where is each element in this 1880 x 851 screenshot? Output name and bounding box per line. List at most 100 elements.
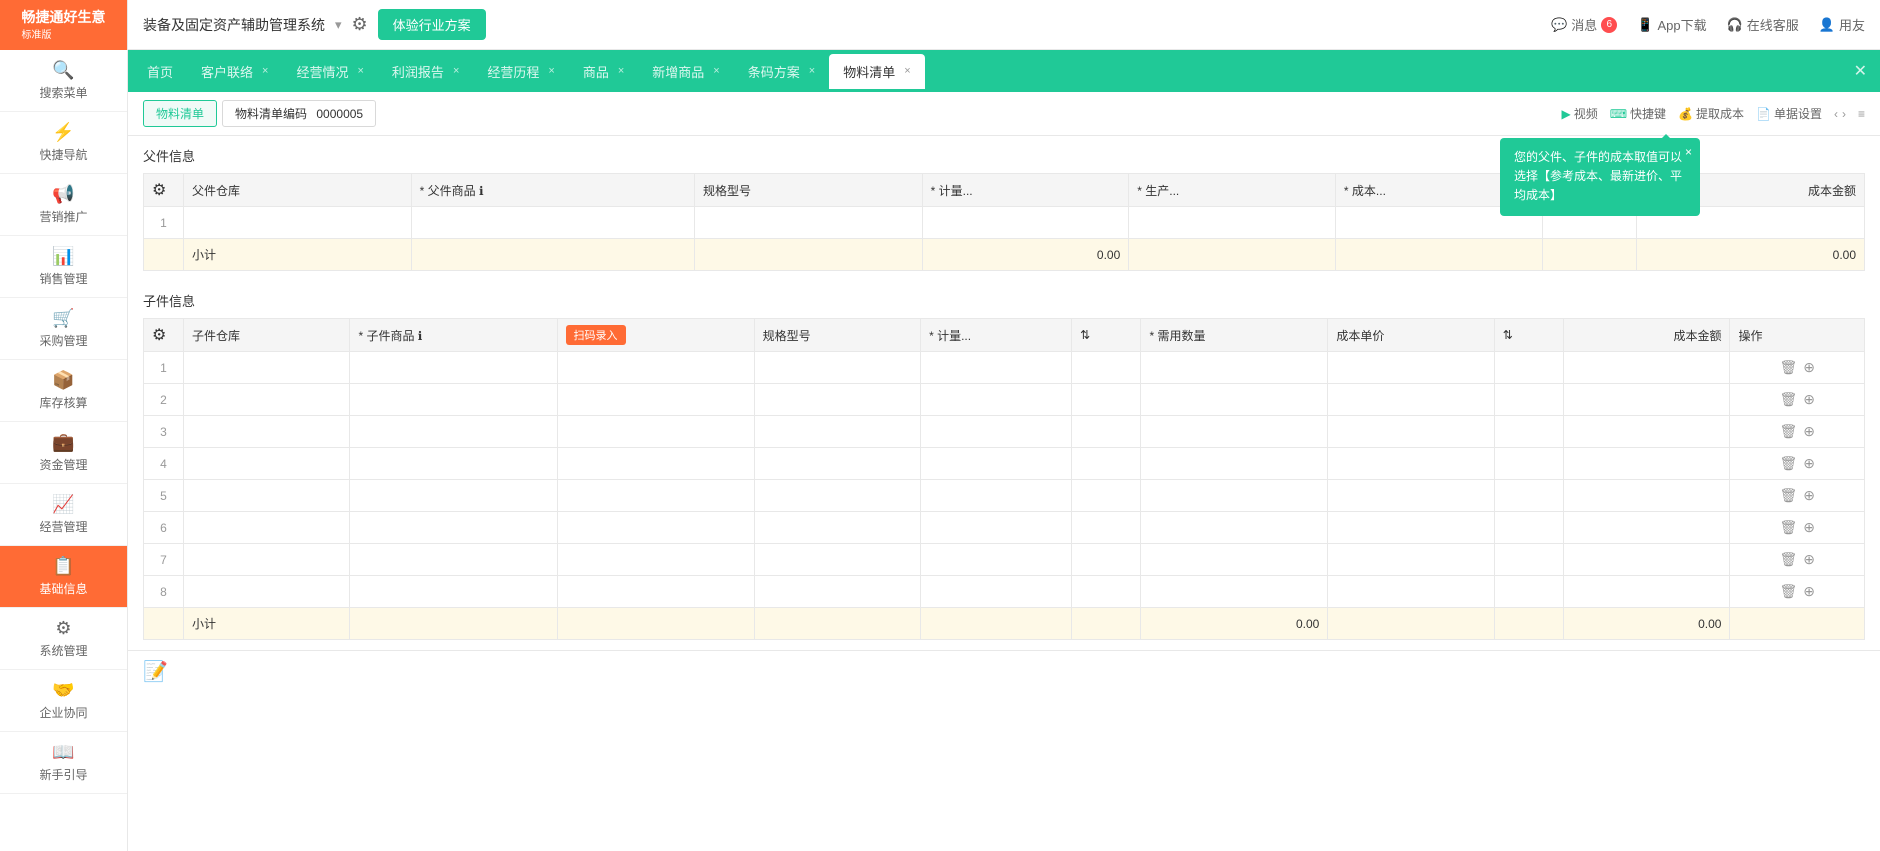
- child-row-product-1[interactable]: [350, 352, 557, 384]
- bottom-doc-icon[interactable]: 📝: [143, 659, 168, 684]
- online-service-item[interactable]: 🎧 在线客服: [1727, 15, 1799, 34]
- sidebar-item-1[interactable]: ⚡快捷导航: [0, 112, 127, 174]
- child-row-warehouse-3[interactable]: [184, 416, 350, 448]
- sidebar-item-6[interactable]: 💼资金管理: [0, 422, 127, 484]
- child-row-qty-6[interactable]: [1141, 512, 1328, 544]
- child-row-spec-7[interactable]: [754, 544, 920, 576]
- child-row-product-6[interactable]: [350, 512, 557, 544]
- nav-tab-close-3[interactable]: ×: [453, 65, 459, 77]
- child-row-product-3[interactable]: [350, 416, 557, 448]
- nav-tab-close-1[interactable]: ×: [262, 65, 268, 77]
- doc-settings-action[interactable]: 📄 单据设置: [1756, 105, 1822, 122]
- child-row-unit-7[interactable]: [921, 544, 1072, 576]
- child-row-qty-2[interactable]: [1141, 384, 1328, 416]
- child-row-amount-6[interactable]: [1564, 512, 1730, 544]
- sidebar-item-8[interactable]: 📋基础信息: [0, 546, 127, 608]
- child-row-spec-2[interactable]: [754, 384, 920, 416]
- sidebar-item-10[interactable]: 🤝企业协同: [0, 670, 127, 732]
- child-row-unit-price-3[interactable]: [1328, 416, 1494, 448]
- child-row-scan-6[interactable]: [557, 512, 754, 544]
- user-item[interactable]: 👤 用友: [1819, 15, 1865, 34]
- child-row-amount-7[interactable]: [1564, 544, 1730, 576]
- child-row-unit-1[interactable]: [921, 352, 1072, 384]
- app-download-item[interactable]: 📱 App下载: [1637, 15, 1706, 34]
- child-row-delete-icon-5[interactable]: 🗑: [1779, 487, 1797, 504]
- child-row-delete-icon-6[interactable]: 🗑: [1779, 519, 1797, 536]
- sidebar-item-2[interactable]: 📢营销推广: [0, 174, 127, 236]
- nav-tab-8[interactable]: 物料清单×: [829, 54, 924, 89]
- child-row-unit-8[interactable]: [921, 576, 1072, 608]
- sidebar-item-4[interactable]: 🛒采购管理: [0, 298, 127, 360]
- child-row-spec-6[interactable]: [754, 512, 920, 544]
- video-action[interactable]: ▶ 视频: [1561, 105, 1597, 122]
- settings-icon[interactable]: ⚙: [352, 14, 368, 35]
- parent-col-settings[interactable]: ⚙: [144, 174, 184, 207]
- nav-tab-close-2[interactable]: ×: [357, 65, 363, 77]
- nav-tab-2[interactable]: 经营情况×: [282, 54, 377, 89]
- nav-tab-close-6[interactable]: ×: [713, 65, 719, 77]
- cost-action[interactable]: 💰 提取成本: [1678, 105, 1744, 122]
- child-row-copy-icon-5[interactable]: ⊕: [1803, 487, 1815, 504]
- nav-tab-6[interactable]: 新增商品×: [638, 54, 733, 89]
- nav-tab-0[interactable]: 首页: [133, 54, 187, 89]
- parent-row-unit-1[interactable]: [922, 207, 1129, 239]
- scan-input-btn[interactable]: 扫码录入: [566, 325, 626, 345]
- child-row-warehouse-8[interactable]: [184, 576, 350, 608]
- child-row-scan-4[interactable]: [557, 448, 754, 480]
- parent-row-spec-1[interactable]: [694, 207, 922, 239]
- child-row-unit-5[interactable]: [921, 480, 1072, 512]
- child-row-copy-icon-3[interactable]: ⊕: [1803, 423, 1815, 440]
- child-row-delete-icon-7[interactable]: 🗑: [1779, 551, 1797, 568]
- child-row-unit-price-4[interactable]: [1328, 448, 1494, 480]
- child-row-amount-4[interactable]: [1564, 448, 1730, 480]
- shortcut-action[interactable]: ⌨ 快捷键: [1610, 105, 1666, 122]
- child-row-copy-icon-4[interactable]: ⊕: [1803, 455, 1815, 472]
- child-row-copy-icon-6[interactable]: ⊕: [1803, 519, 1815, 536]
- sub-tab-bill-list[interactable]: 物料清单: [143, 100, 217, 127]
- child-row-copy-icon-2[interactable]: ⊕: [1803, 391, 1815, 408]
- child-row-scan-2[interactable]: [557, 384, 754, 416]
- message-item[interactable]: 💬 消息 6: [1551, 15, 1617, 34]
- child-row-warehouse-7[interactable]: [184, 544, 350, 576]
- child-row-unit-3[interactable]: [921, 416, 1072, 448]
- child-row-unit-4[interactable]: [921, 448, 1072, 480]
- child-row-amount-5[interactable]: [1564, 480, 1730, 512]
- nav-tab-close-5[interactable]: ×: [618, 65, 624, 77]
- child-row-delete-icon-1[interactable]: 🗑: [1779, 359, 1797, 376]
- child-row-delete-icon-8[interactable]: 🗑: [1779, 583, 1797, 600]
- nav-tab-close-4[interactable]: ×: [548, 65, 554, 77]
- child-row-copy-icon-8[interactable]: ⊕: [1803, 583, 1815, 600]
- sidebar-item-7[interactable]: 📈经营管理: [0, 484, 127, 546]
- child-row-product-4[interactable]: [350, 448, 557, 480]
- child-row-spec-8[interactable]: [754, 576, 920, 608]
- nav-tab-1[interactable]: 客户联络×: [187, 54, 282, 89]
- child-row-unit-price-2[interactable]: [1328, 384, 1494, 416]
- nav-tab-5[interactable]: 商品×: [569, 54, 638, 89]
- child-row-scan-8[interactable]: [557, 576, 754, 608]
- child-row-unit-price-6[interactable]: [1328, 512, 1494, 544]
- child-row-scan-1[interactable]: [557, 352, 754, 384]
- close-all-tabs-icon[interactable]: ✕: [1846, 61, 1875, 81]
- child-row-scan-7[interactable]: [557, 544, 754, 576]
- child-col-settings[interactable]: ⚙: [144, 319, 184, 352]
- tooltip-close-icon[interactable]: ×: [1685, 143, 1692, 162]
- nav-tab-close-8[interactable]: ×: [904, 65, 910, 77]
- child-row-amount-2[interactable]: [1564, 384, 1730, 416]
- child-row-qty-3[interactable]: [1141, 416, 1328, 448]
- sidebar-item-9[interactable]: ⚙系统管理: [0, 608, 127, 670]
- sidebar-item-5[interactable]: 📦库存核算: [0, 360, 127, 422]
- child-row-delete-icon-4[interactable]: 🗑: [1779, 455, 1797, 472]
- child-row-spec-4[interactable]: [754, 448, 920, 480]
- child-row-delete-icon-3[interactable]: 🗑: [1779, 423, 1797, 440]
- child-row-qty-7[interactable]: [1141, 544, 1328, 576]
- child-row-amount-1[interactable]: [1564, 352, 1730, 384]
- nav-tab-close-7[interactable]: ×: [809, 65, 815, 77]
- parent-row-product-1[interactable]: [411, 207, 694, 239]
- list-view-icon[interactable]: ≡: [1858, 107, 1865, 121]
- child-row-unit-price-5[interactable]: [1328, 480, 1494, 512]
- dropdown-arrow-icon[interactable]: ▾: [335, 17, 342, 33]
- parent-row-production-1[interactable]: [1129, 207, 1336, 239]
- nav-tab-7[interactable]: 条码方案×: [734, 54, 829, 89]
- prev-page-icon[interactable]: ‹: [1834, 107, 1838, 121]
- child-row-product-5[interactable]: [350, 480, 557, 512]
